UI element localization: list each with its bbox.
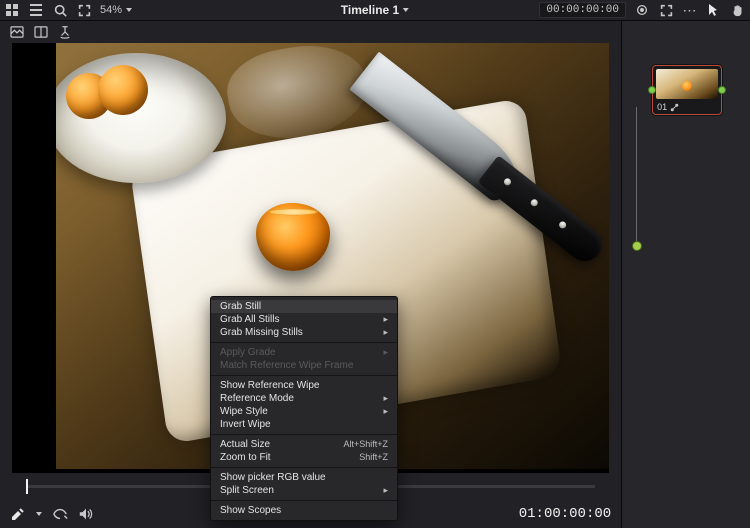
menu-item-shortcut: Alt+Shift+Z [343,438,388,451]
current-timecode[interactable]: 01:00:00:00 [519,506,611,522]
node-thumbnail [656,69,718,99]
menu-item: Apply Grade ▸ [211,346,397,359]
menu-separator [211,342,397,343]
menu-item-label: Reference Mode [220,392,294,405]
submenu-arrow-icon: ▸ [383,392,388,405]
menu-item[interactable]: Grab Still [211,300,397,313]
menu-item[interactable]: Show picker RGB value [211,471,397,484]
image-wipe-icon[interactable] [10,26,24,38]
menu-item[interactable]: Show Scopes [211,504,397,517]
menu-separator [211,434,397,435]
expand-viewer-icon[interactable] [658,2,674,18]
node-link [636,107,637,247]
menu-item-label: Split Screen [220,484,274,497]
node-source-dot[interactable] [632,241,642,251]
menu-item-label: Show picker RGB value [220,471,326,484]
menu-item[interactable]: Reference Mode ▸ [211,392,397,405]
chevron-down-icon [403,8,409,12]
menu-item-label: Show Scopes [220,504,281,517]
search-icon[interactable] [52,2,68,18]
menu-item[interactable]: Invert Wipe [211,418,397,431]
split-screen-icon[interactable] [34,26,48,38]
menu-item-label: Grab Missing Stills [220,326,303,339]
submenu-arrow-icon: ▸ [383,346,388,359]
node-input-dot[interactable] [648,86,656,94]
viewer-toolbar [0,21,621,43]
menu-item[interactable]: Grab All Stills ▸ [211,313,397,326]
menu-item-label: Grab All Stills [220,313,279,326]
bypass-icon[interactable] [52,507,68,521]
chevron-down-icon[interactable] [36,512,42,516]
grid-view-icon[interactable] [4,2,20,18]
menu-item[interactable]: Actual Size Alt+Shift+Z [211,438,397,451]
node-number: 01 [657,102,667,112]
menu-item-label: Match Reference Wipe Frame [220,359,353,372]
corrector-node[interactable]: 01 [652,65,722,115]
menu-item-label: Show Reference Wipe [220,379,320,392]
mute-icon[interactable] [78,507,94,521]
expand-view-icon[interactable] [76,2,92,18]
options-menu-icon[interactable]: ⋯ [682,2,698,18]
hand-tool-icon[interactable] [730,2,746,18]
qualifier-picker-icon[interactable] [10,506,26,522]
menu-item-shortcut: Shift+Z [359,451,388,464]
menu-item-label: Apply Grade [220,346,276,359]
menu-item-label: Grab Still [220,300,261,313]
zoom-value: 54% [100,4,122,16]
menu-item[interactable]: Split Screen ▸ [211,484,397,497]
node-graph-panel[interactable]: 01 [621,21,750,528]
menu-separator [211,500,397,501]
menu-item-label: Zoom to Fit [220,451,271,464]
chevron-down-icon [126,8,132,12]
timeline-title-label: Timeline 1 [341,3,399,17]
menu-item[interactable]: Grab Missing Stills ▸ [211,326,397,339]
menu-item[interactable]: Zoom to Fit Shift+Z [211,451,397,464]
menu-item[interactable]: Show Reference Wipe [211,379,397,392]
zoom-dropdown[interactable]: 54% [100,4,132,16]
menu-separator [211,467,397,468]
submenu-arrow-icon: ▸ [383,326,388,339]
menu-item-label: Actual Size [220,438,270,451]
menu-item[interactable]: Wipe Style ▸ [211,405,397,418]
timeline-title-dropdown[interactable]: Timeline 1 [341,3,409,17]
viewer-context-menu: Grab StillGrab All Stills▸Grab Missing S… [210,296,398,521]
menu-item: Match Reference Wipe Frame [211,359,397,372]
menu-item-label: Invert Wipe [220,418,271,431]
menu-separator [211,375,397,376]
render-cache-icon[interactable] [634,2,650,18]
topbar: 54% Timeline 1 00:00:00:00 ⋯ [0,0,750,21]
menu-item-label: Wipe Style [220,405,268,418]
submenu-arrow-icon: ▸ [383,484,388,497]
submenu-arrow-icon: ▸ [383,405,388,418]
arrow-tool-icon[interactable] [706,2,722,18]
highlight-icon[interactable] [58,25,72,39]
timecode-readout[interactable]: 00:00:00:00 [539,2,626,18]
list-view-icon[interactable] [28,2,44,18]
node-grade-icon [670,103,679,112]
node-output-dot[interactable] [718,86,726,94]
submenu-arrow-icon: ▸ [383,313,388,326]
